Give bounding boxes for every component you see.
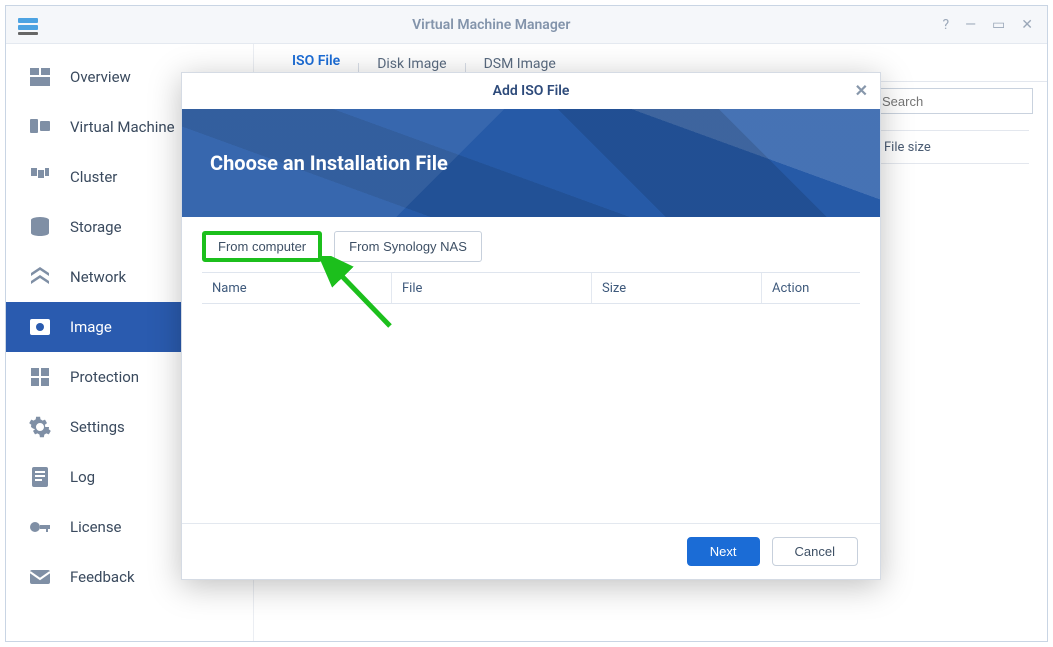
modal-footer: Next Cancel: [182, 523, 880, 579]
sidebar-item-label: Network: [70, 268, 126, 286]
sidebar-item-label: Cluster: [70, 168, 117, 186]
cluster-icon: [28, 165, 52, 189]
sidebar-item-label: Log: [70, 468, 95, 486]
gear-icon: [28, 415, 52, 439]
mail-icon: [28, 565, 52, 589]
modal-table-header: Name File Size Action: [202, 272, 860, 304]
close-window-icon[interactable]: ✕: [1021, 17, 1033, 33]
window-controls: ? ― ▭ ✕: [942, 17, 1033, 33]
minimize-icon[interactable]: ―: [965, 17, 976, 33]
modal-body: [182, 304, 880, 523]
modal-toolbar: From computer From Synology NAS: [182, 217, 880, 272]
maximize-icon[interactable]: ▭: [992, 17, 1005, 33]
app-icon: [16, 13, 40, 37]
modal-heading: Choose an Installation File: [210, 151, 448, 175]
col-action: Action: [762, 273, 860, 303]
titlebar: Virtual Machine Manager ? ― ▭ ✕: [6, 6, 1047, 44]
key-icon: [28, 515, 52, 539]
sidebar-item-label: Virtual Machine: [70, 118, 175, 136]
col-name: Name: [202, 273, 392, 303]
col-file-size: File size: [869, 140, 1029, 155]
window-title: Virtual Machine Manager: [40, 17, 942, 33]
col-file: File: [392, 273, 592, 303]
network-icon: [28, 265, 52, 289]
modal-hero: Choose an Installation File: [182, 109, 880, 217]
col-size: Size: [592, 273, 762, 303]
vm-icon: [28, 115, 52, 139]
storage-icon: [28, 215, 52, 239]
log-icon: [28, 465, 52, 489]
sidebar-item-label: Protection: [70, 368, 139, 386]
overview-icon: [28, 65, 52, 89]
sidebar-item-label: License: [70, 518, 122, 536]
sidebar-item-label: Feedback: [70, 568, 135, 586]
from-synology-nas-button[interactable]: From Synology NAS: [334, 231, 482, 262]
next-button[interactable]: Next: [687, 537, 760, 566]
sidebar-item-label: Image: [70, 318, 112, 336]
image-icon: [28, 315, 52, 339]
close-icon[interactable]: ✕: [855, 81, 868, 100]
cancel-button[interactable]: Cancel: [772, 537, 858, 566]
help-icon[interactable]: ?: [942, 17, 949, 33]
protection-icon: [28, 365, 52, 389]
modal-title: Add ISO File ✕: [182, 73, 880, 109]
from-computer-button[interactable]: From computer: [202, 231, 322, 262]
sidebar-item-label: Storage: [70, 218, 122, 236]
sidebar-item-label: Settings: [70, 418, 125, 436]
add-iso-modal: Add ISO File ✕ Choose an Installation Fi…: [181, 72, 881, 580]
sidebar-item-label: Overview: [70, 68, 131, 86]
search-input[interactable]: [873, 88, 1033, 114]
